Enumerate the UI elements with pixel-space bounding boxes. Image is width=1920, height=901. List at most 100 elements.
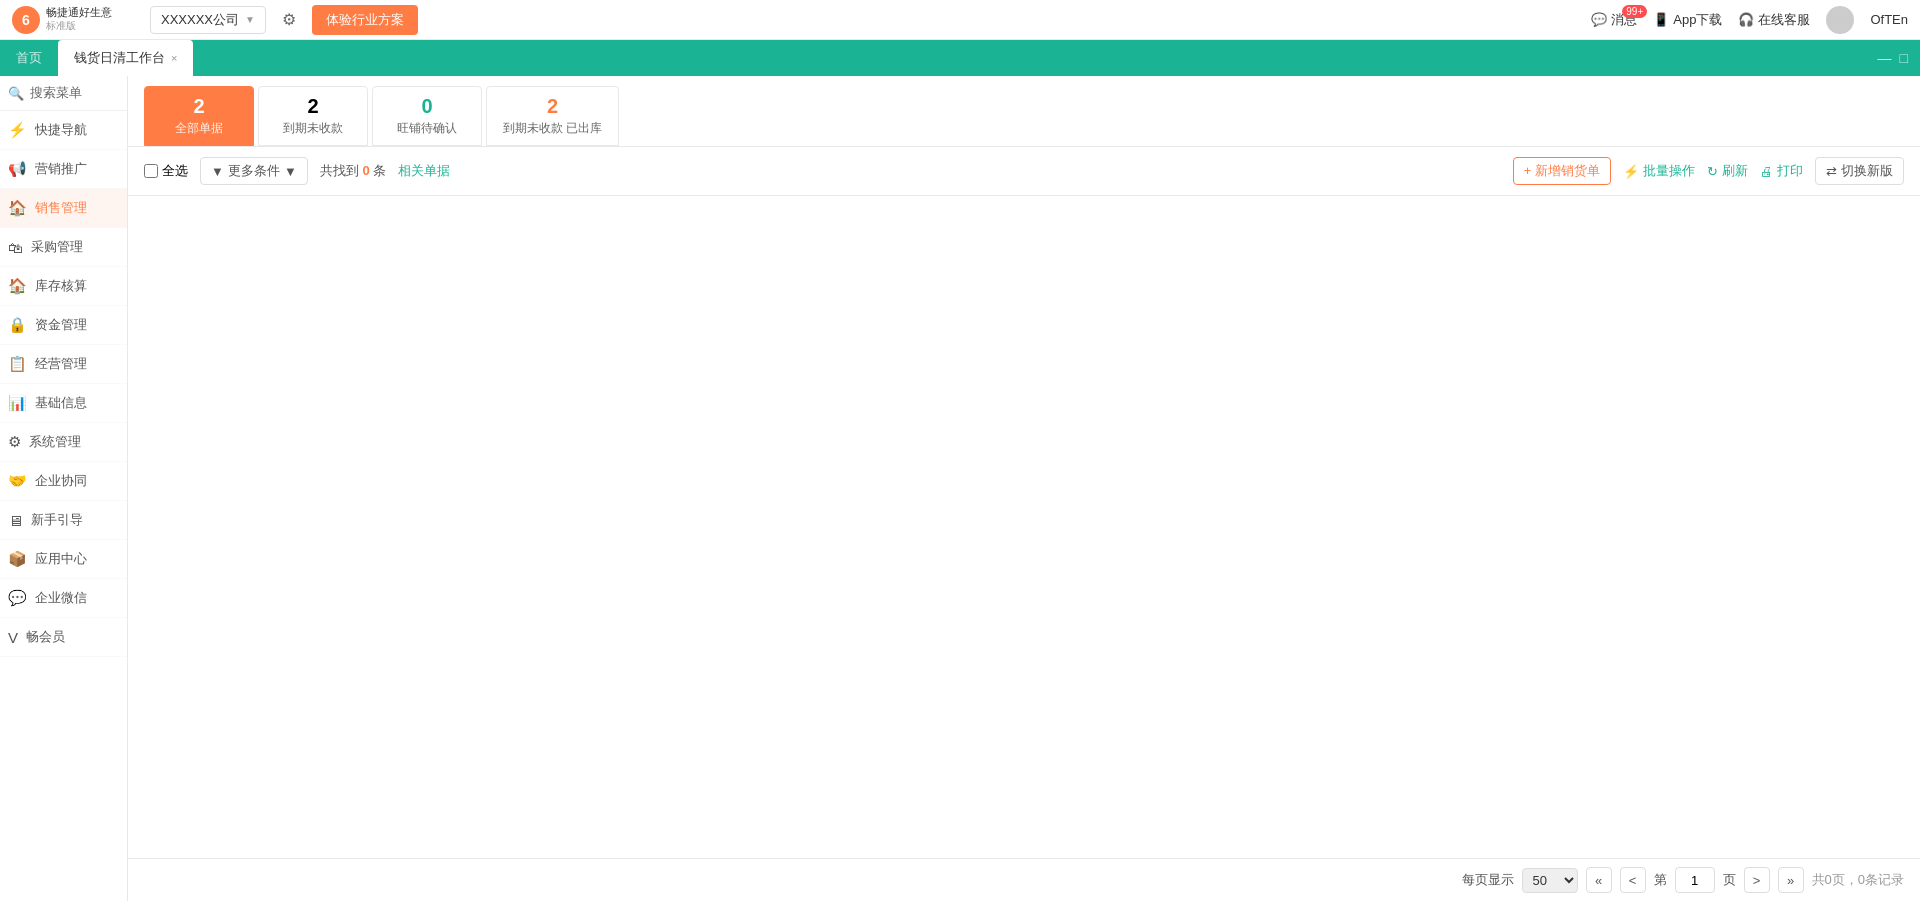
stat-tab-overdue[interactable]: 2 到期未收款 xyxy=(258,86,368,146)
sidebar-item-marketing[interactable]: 📢 营销推广 xyxy=(0,150,127,189)
guide-icon: 🖥 xyxy=(8,512,23,529)
tab-home[interactable]: 首页 xyxy=(0,40,58,76)
trial-button[interactable]: 体验行业方案 xyxy=(312,5,418,35)
related-records-link[interactable]: 相关单据 xyxy=(398,162,450,180)
service-icon: 🎧 xyxy=(1738,12,1754,27)
finance-label: 资金管理 xyxy=(35,316,87,334)
sidebar: 🔍 搜索菜单 ⚡ 快捷导航 📢 营销推广 🏠 销售管理 🛍 采购管理 🏠 库存核… xyxy=(0,76,128,901)
operations-label: 经营管理 xyxy=(35,355,87,373)
system-icon: ⚙ xyxy=(8,433,21,451)
online-service-button[interactable]: 🎧 在线客服 xyxy=(1738,11,1810,29)
avatar[interactable] xyxy=(1826,6,1854,34)
first-page-button[interactable]: « xyxy=(1586,867,1612,893)
refresh-button[interactable]: ↻ 刷新 xyxy=(1707,162,1748,180)
sidebar-item-guide[interactable]: 🖥 新手引导 xyxy=(0,501,127,540)
found-prefix: 共找到 xyxy=(320,163,359,178)
switch-version-button[interactable]: ⇄ 切换新版 xyxy=(1815,157,1904,185)
wechat-label: 企业微信 xyxy=(35,589,87,607)
table-area xyxy=(128,196,1920,858)
sidebar-item-basic-info[interactable]: 📊 基础信息 xyxy=(0,384,127,423)
stat-tab-pending[interactable]: 0 旺铺待确认 xyxy=(372,86,482,146)
page-summary: 共0页，0条记录 xyxy=(1812,871,1904,889)
guide-label: 新手引导 xyxy=(31,511,83,529)
prev-page-button[interactable]: < xyxy=(1620,867,1646,893)
sidebar-item-quick-nav[interactable]: ⚡ 快捷导航 xyxy=(0,111,127,150)
cooperation-icon: 🤝 xyxy=(8,472,27,490)
app-center-label: 应用中心 xyxy=(35,550,87,568)
message-icon: 💬 xyxy=(1591,12,1607,27)
message-button[interactable]: 💬 消息 99+ xyxy=(1591,11,1637,29)
batch-action-button[interactable]: ⚡ 批量操作 xyxy=(1623,162,1695,180)
sidebar-item-purchase[interactable]: 🛍 采购管理 xyxy=(0,228,127,267)
stat-tab-unshipped[interactable]: 2 到期未收款 已出库 xyxy=(486,86,619,146)
app-logo-icon: 6 xyxy=(12,6,40,34)
add-sales-order-button[interactable]: + 新增销货单 xyxy=(1513,157,1611,185)
main-layout: 🔍 搜索菜单 ⚡ 快捷导航 📢 营销推广 🏠 销售管理 🛍 采购管理 🏠 库存核… xyxy=(0,76,1920,901)
sidebar-item-finance[interactable]: 🔒 资金管理 xyxy=(0,306,127,345)
content-area: 2 全部单据 2 到期未收款 0 旺铺待确认 2 到期未收款 已出库 全选 xyxy=(128,76,1920,901)
select-all-checkbox-label[interactable]: 全选 xyxy=(144,162,188,180)
quick-nav-label: 快捷导航 xyxy=(35,121,87,139)
page-size-select[interactable]: 50 10 20 100 xyxy=(1522,868,1578,893)
sales-label: 销售管理 xyxy=(35,199,87,217)
select-all-checkbox[interactable] xyxy=(144,164,158,178)
page-word: 第 xyxy=(1654,871,1667,889)
app-tag: 标准版 xyxy=(46,19,112,33)
search-icon: 🔍 xyxy=(8,86,24,101)
sidebar-search[interactable]: 🔍 搜索菜单 xyxy=(0,76,127,111)
found-count: 0 xyxy=(362,163,369,178)
sidebar-item-wechat[interactable]: 💬 企业微信 xyxy=(0,579,127,618)
username[interactable]: OfTEn xyxy=(1870,12,1908,27)
operations-icon: 📋 xyxy=(8,355,27,373)
sidebar-item-app-center[interactable]: 📦 应用中心 xyxy=(0,540,127,579)
last-page-button[interactable]: » xyxy=(1778,867,1804,893)
service-label: 在线客服 xyxy=(1758,11,1810,29)
next-page-icon: > xyxy=(1753,873,1761,888)
app-download-button[interactable]: 📱 App下载 xyxy=(1653,11,1722,29)
sidebar-item-operations[interactable]: 📋 经营管理 xyxy=(0,345,127,384)
filter-arrow-icon: ▼ xyxy=(284,164,297,179)
toolbar: 全选 ▼ 更多条件 ▼ 共找到 0 条 相关单据 + 新增销货单 ⚡ 批 xyxy=(128,147,1920,196)
next-page-button[interactable]: > xyxy=(1744,867,1770,893)
nav-tabs: 首页 钱货日清工作台 × — □ xyxy=(0,40,1920,76)
company-selector[interactable]: XXXXXX公司 ▼ xyxy=(150,6,266,34)
purchase-label: 采购管理 xyxy=(31,238,83,256)
sidebar-item-member[interactable]: V 畅会员 xyxy=(0,618,127,657)
sidebar-item-system[interactable]: ⚙ 系统管理 xyxy=(0,423,127,462)
page-number-input[interactable] xyxy=(1675,867,1715,893)
select-all-label: 全选 xyxy=(162,162,188,180)
marketing-icon: 📢 xyxy=(8,160,27,178)
basic-info-label: 基础信息 xyxy=(35,394,87,412)
tab-current[interactable]: 钱货日清工作台 × xyxy=(58,40,193,76)
stat-tab-all[interactable]: 2 全部单据 xyxy=(144,86,254,146)
nav-tabs-actions: — □ xyxy=(1878,50,1920,66)
sidebar-item-inventory[interactable]: 🏠 库存核算 xyxy=(0,267,127,306)
member-icon: V xyxy=(8,629,18,646)
top-bar-right: 💬 消息 99+ 📱 App下载 🎧 在线客服 OfTEn xyxy=(1591,6,1908,34)
tab-home-label: 首页 xyxy=(16,49,42,67)
marketing-label: 营销推广 xyxy=(35,160,87,178)
settings-button[interactable]: ⚙ xyxy=(274,5,304,35)
page-suffix: 页 xyxy=(1723,871,1736,889)
sidebar-item-cooperation[interactable]: 🤝 企业协同 xyxy=(0,462,127,501)
maximize-icon[interactable]: □ xyxy=(1900,50,1908,66)
member-label: 畅会员 xyxy=(26,628,65,646)
system-label: 系统管理 xyxy=(29,433,81,451)
purchase-icon: 🛍 xyxy=(8,239,23,256)
minimize-icon[interactable]: — xyxy=(1878,50,1892,66)
filter-icon: ▼ xyxy=(211,164,224,179)
sidebar-item-sales[interactable]: 🏠 销售管理 xyxy=(0,189,127,228)
refresh-label: 刷新 xyxy=(1722,162,1748,180)
finance-icon: 🔒 xyxy=(8,316,27,334)
refresh-icon: ↻ xyxy=(1707,164,1718,179)
top-bar: 6 畅捷通好生意 标准版 XXXXXX公司 ▼ ⚙ 体验行业方案 💬 消息 99… xyxy=(0,0,1920,40)
stat-pending-label: 旺铺待确认 xyxy=(389,120,465,137)
quick-nav-icon: ⚡ xyxy=(8,121,27,139)
tab-close-icon[interactable]: × xyxy=(171,52,177,64)
filter-button[interactable]: ▼ 更多条件 ▼ xyxy=(200,157,308,185)
message-badge: 99+ xyxy=(1622,5,1647,18)
stat-overdue-label: 到期未收款 xyxy=(275,120,351,137)
last-page-icon: » xyxy=(1787,873,1794,888)
print-button[interactable]: 🖨 打印 xyxy=(1760,162,1803,180)
company-dropdown-icon: ▼ xyxy=(245,14,255,25)
